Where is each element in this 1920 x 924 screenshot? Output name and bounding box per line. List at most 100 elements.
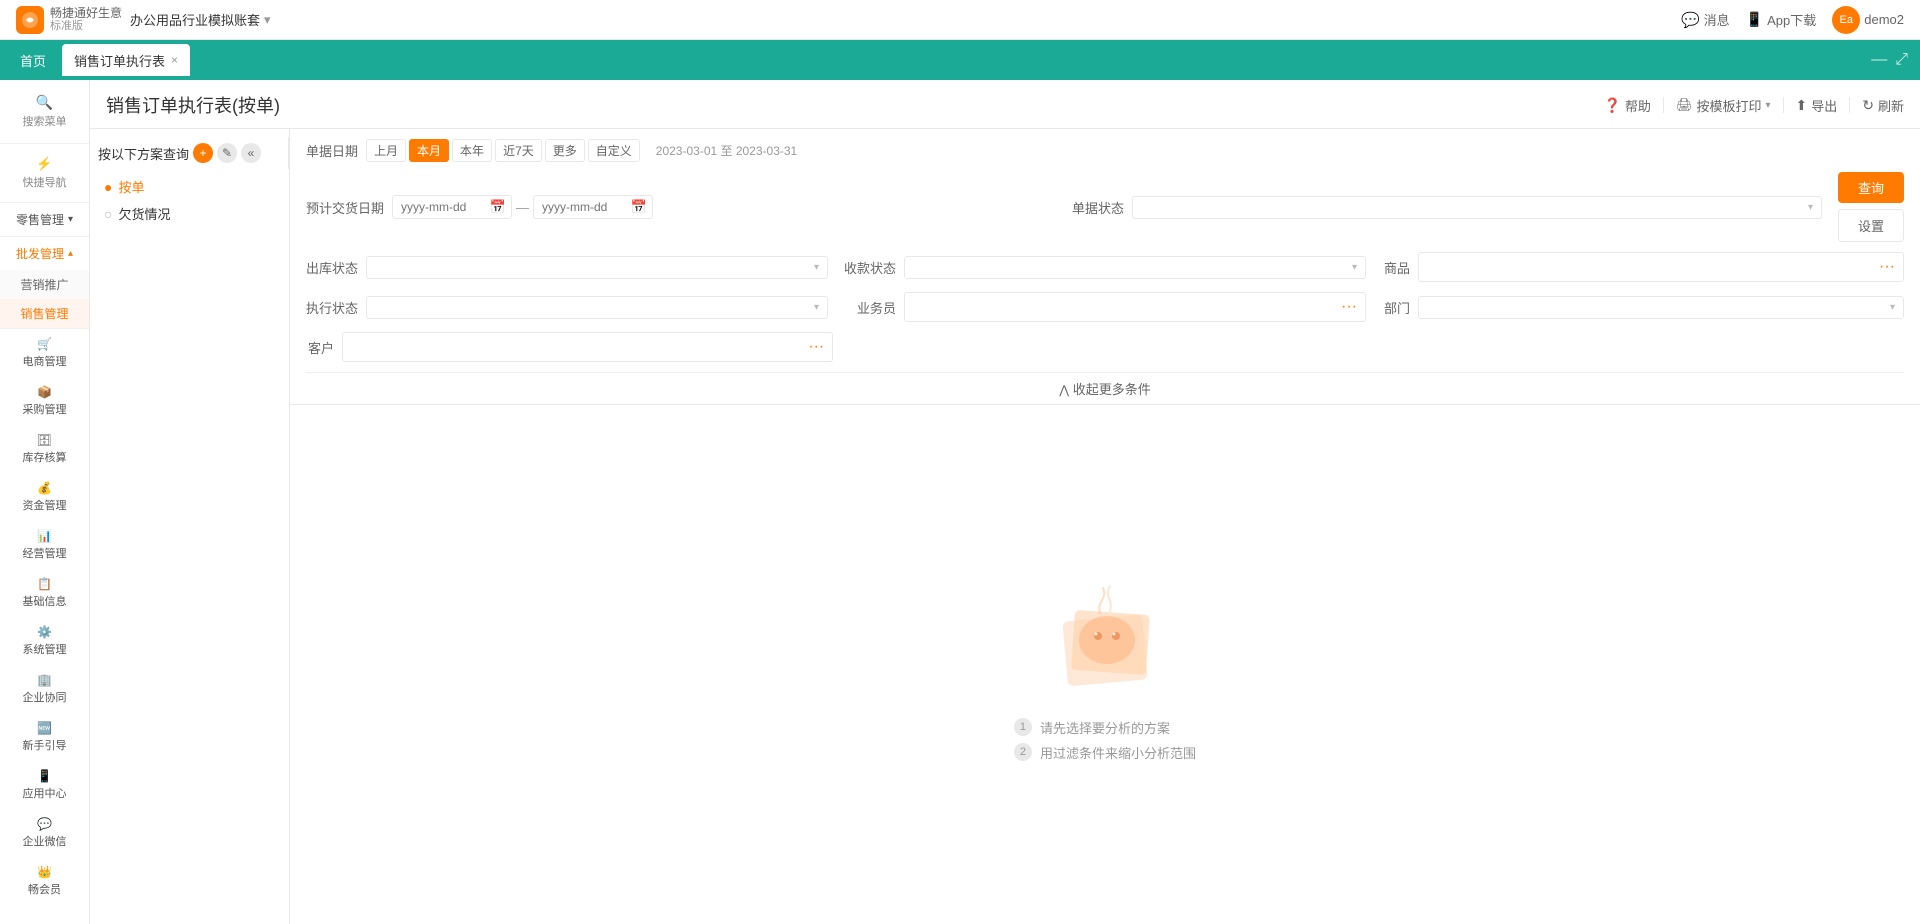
sidebar-item-base-info[interactable]: 📋 基础信息 [0, 569, 89, 617]
user-menu[interactable]: Ea demo2 [1832, 6, 1904, 34]
plan-item-by-order[interactable]: ● 按单 [98, 173, 281, 200]
sidebar-item-operations[interactable]: 📊 经营管理 [0, 521, 89, 569]
print-btn[interactable]: 🖨 按模板打印 ▾ [1676, 96, 1771, 115]
action-btns: 查询 设置 [1838, 172, 1904, 242]
sidebar-group-retail: 零售管理 ▾ [0, 203, 89, 237]
receipt-status-select[interactable]: ▾ [904, 256, 1366, 279]
tab-home[interactable]: 首页 [8, 44, 58, 76]
date-btn-last-month[interactable]: 上月 [366, 139, 406, 162]
plan-item-shortage[interactable]: ○ 欠货情况 [98, 200, 281, 227]
sidebar-item-ecommerce[interactable]: 🛒 电商管理 [0, 329, 89, 377]
out-status-select[interactable]: ▾ [366, 256, 828, 279]
export-icon: ⬆ [1796, 97, 1808, 114]
export-btn[interactable]: ⬆ 导出 [1796, 96, 1838, 115]
date-btn-7days[interactable]: 近7天 [495, 139, 542, 162]
cal-icon-end[interactable]: 📅 [631, 199, 647, 215]
sidebar-item-corp-wechat[interactable]: 💬 企业微信 [0, 809, 89, 857]
collapse-more-btn[interactable]: ⋀ 收起更多条件 [306, 372, 1904, 404]
date-separator: — [516, 200, 529, 215]
chevron-up-icon: ▴ [68, 248, 73, 259]
chevron-down-icon: ▾ [68, 214, 73, 225]
breadcrumb-arrow[interactable]: ▾ [264, 12, 271, 28]
minimize-icon[interactable]: — [1871, 51, 1887, 69]
sidebar-item-marketing[interactable]: 营销推广 [0, 270, 89, 299]
delivery-date-start: 📅 [392, 195, 512, 219]
breadcrumb[interactable]: 办公用品行业模拟账套 ▾ [130, 10, 271, 29]
out-status-chevron: ▾ [814, 262, 819, 273]
date-btn-this-month[interactable]: 本月 [409, 139, 449, 162]
doc-status-select[interactable]: ▾ [1132, 196, 1822, 219]
help-btn[interactable]: ❓ 帮助 [1603, 96, 1650, 115]
sidebar-quicknav-label[interactable]: ⚡ 快捷导航 [0, 150, 89, 196]
delivery-date-filter: 预计交货日期 📅 — 📅 [306, 195, 1056, 219]
sidebar-item-retail[interactable]: 零售管理 ▾ [0, 203, 89, 236]
refresh-btn[interactable]: ↻ 刷新 [1862, 96, 1904, 115]
settings-button[interactable]: 设置 [1838, 209, 1904, 242]
date-btn-this-year[interactable]: 本年 [452, 139, 492, 162]
maximize-icon[interactable]: ⤢ [1895, 51, 1908, 69]
goods-dots-icon[interactable]: ··· [1879, 258, 1895, 276]
doc-status-filter: 单据状态 ▾ [1072, 196, 1822, 219]
sidebar-item-system[interactable]: ⚙️ 系统管理 [0, 617, 89, 665]
goods-label: 商品 [1382, 258, 1410, 277]
sidebar-group-wholesale: 批发管理 ▴ 营销推广 销售管理 [0, 237, 89, 329]
receipt-status-filter: 收款状态 ▾ [844, 256, 1366, 279]
date-btns: 上月 本月 本年 近7天 更多 自定义 [366, 139, 640, 162]
print-dropdown-icon: ▾ [1765, 100, 1770, 111]
sidebar-item-app-center[interactable]: 📱 应用中心 [0, 761, 89, 809]
page-area: 销售订单执行表(按单) ❓ 帮助 🖨 按模板打印 ▾ ⬆ 导出 [90, 80, 1920, 924]
plan-collapse-btn[interactable]: « [241, 143, 261, 163]
page-title: 销售订单执行表(按单) [106, 92, 280, 118]
dept-filter: 部门 ▾ [1382, 296, 1904, 319]
delivery-date-end: 📅 [533, 195, 653, 219]
empty-illustration [1035, 568, 1175, 698]
app-center-icon: 📱 [37, 769, 52, 783]
query-button[interactable]: 查询 [1838, 172, 1904, 203]
corp-icon: 🏢 [37, 673, 52, 687]
message-btn[interactable]: 💬 消息 [1681, 10, 1730, 29]
salesperson-filter: 业务员 ··· [844, 292, 1366, 322]
tab-close-icon[interactable]: × [171, 53, 178, 67]
filter-row-3: 出库状态 ▾ 收款状态 ▾ [306, 252, 1904, 282]
system-icon: ⚙️ [37, 625, 52, 639]
main-content: 🔍 搜索菜单 ⚡ 快捷导航 零售管理 ▾ 批发管理 ▴ 营销推广 销售管理 [0, 80, 1920, 924]
sidebar-item-inventory[interactable]: 🗄 库存核算 [0, 425, 89, 473]
goods-input[interactable]: ··· [1418, 252, 1904, 282]
customer-dots-icon[interactable]: ··· [808, 338, 824, 356]
sidebar-sub-wholesale: 营销推广 销售管理 [0, 270, 89, 328]
sidebar-quick-nav[interactable]: ⚡ 快捷导航 [0, 144, 89, 203]
plan-add-btn[interactable]: + [193, 143, 213, 163]
salesperson-input[interactable]: ··· [904, 292, 1366, 322]
sidebar-item-sales-mgmt[interactable]: 销售管理 [0, 299, 89, 328]
sidebar-search-label[interactable]: 🔍 搜索菜单 [8, 88, 81, 135]
dept-select[interactable]: ▾ [1418, 296, 1904, 319]
sidebar-item-new-guide[interactable]: 🆕 新手引导 [0, 713, 89, 761]
plan-edit-btn[interactable]: ✎ [217, 143, 237, 163]
plan-list: ● 按单 ○ 欠货情况 [90, 169, 289, 231]
sidebar-item-wholesale[interactable]: 批发管理 ▴ [0, 237, 89, 270]
date-filter: 单据日期 上月 本月 本年 近7天 更多 自定义 [306, 139, 640, 162]
customer-input[interactable]: ··· [342, 332, 833, 362]
exec-status-select[interactable]: ▾ [366, 296, 828, 319]
sidebar-item-purchase[interactable]: 📦 采购管理 [0, 377, 89, 425]
sidebar-search[interactable]: 🔍 搜索菜单 [0, 80, 89, 144]
out-status-filter: 出库状态 ▾ [306, 256, 828, 279]
plan-item-icon-2: ○ [104, 206, 112, 222]
sidebar-item-corp-collab[interactable]: 🏢 企业协同 [0, 665, 89, 713]
out-status-label: 出库状态 [306, 258, 358, 277]
app-download-btn[interactable]: 📱 App下载 [1746, 10, 1817, 29]
date-btn-more[interactable]: 更多 [545, 139, 585, 162]
empty-state: 1 请先选择要分析的方案 2 用过滤条件来缩小分析范围 [290, 405, 1920, 924]
sidebar-item-member[interactable]: 👑 畅会员 [0, 857, 89, 905]
salesperson-dots-icon[interactable]: ··· [1341, 298, 1357, 316]
cal-icon-start[interactable]: 📅 [490, 199, 506, 215]
hint-num-1: 1 [1014, 718, 1032, 736]
sidebar-item-finance[interactable]: 💰 资金管理 [0, 473, 89, 521]
divider1 [1663, 97, 1664, 113]
logo-text: 畅捷通好生意 标准版 [50, 6, 122, 34]
tab-sales-order[interactable]: 销售订单执行表 × [62, 44, 190, 76]
date-btn-custom[interactable]: 自定义 [588, 139, 640, 162]
customer-label: 客户 [306, 338, 334, 357]
receipt-status-chevron: ▾ [1352, 262, 1357, 273]
delivery-date-inputs: 📅 — 📅 [392, 195, 653, 219]
